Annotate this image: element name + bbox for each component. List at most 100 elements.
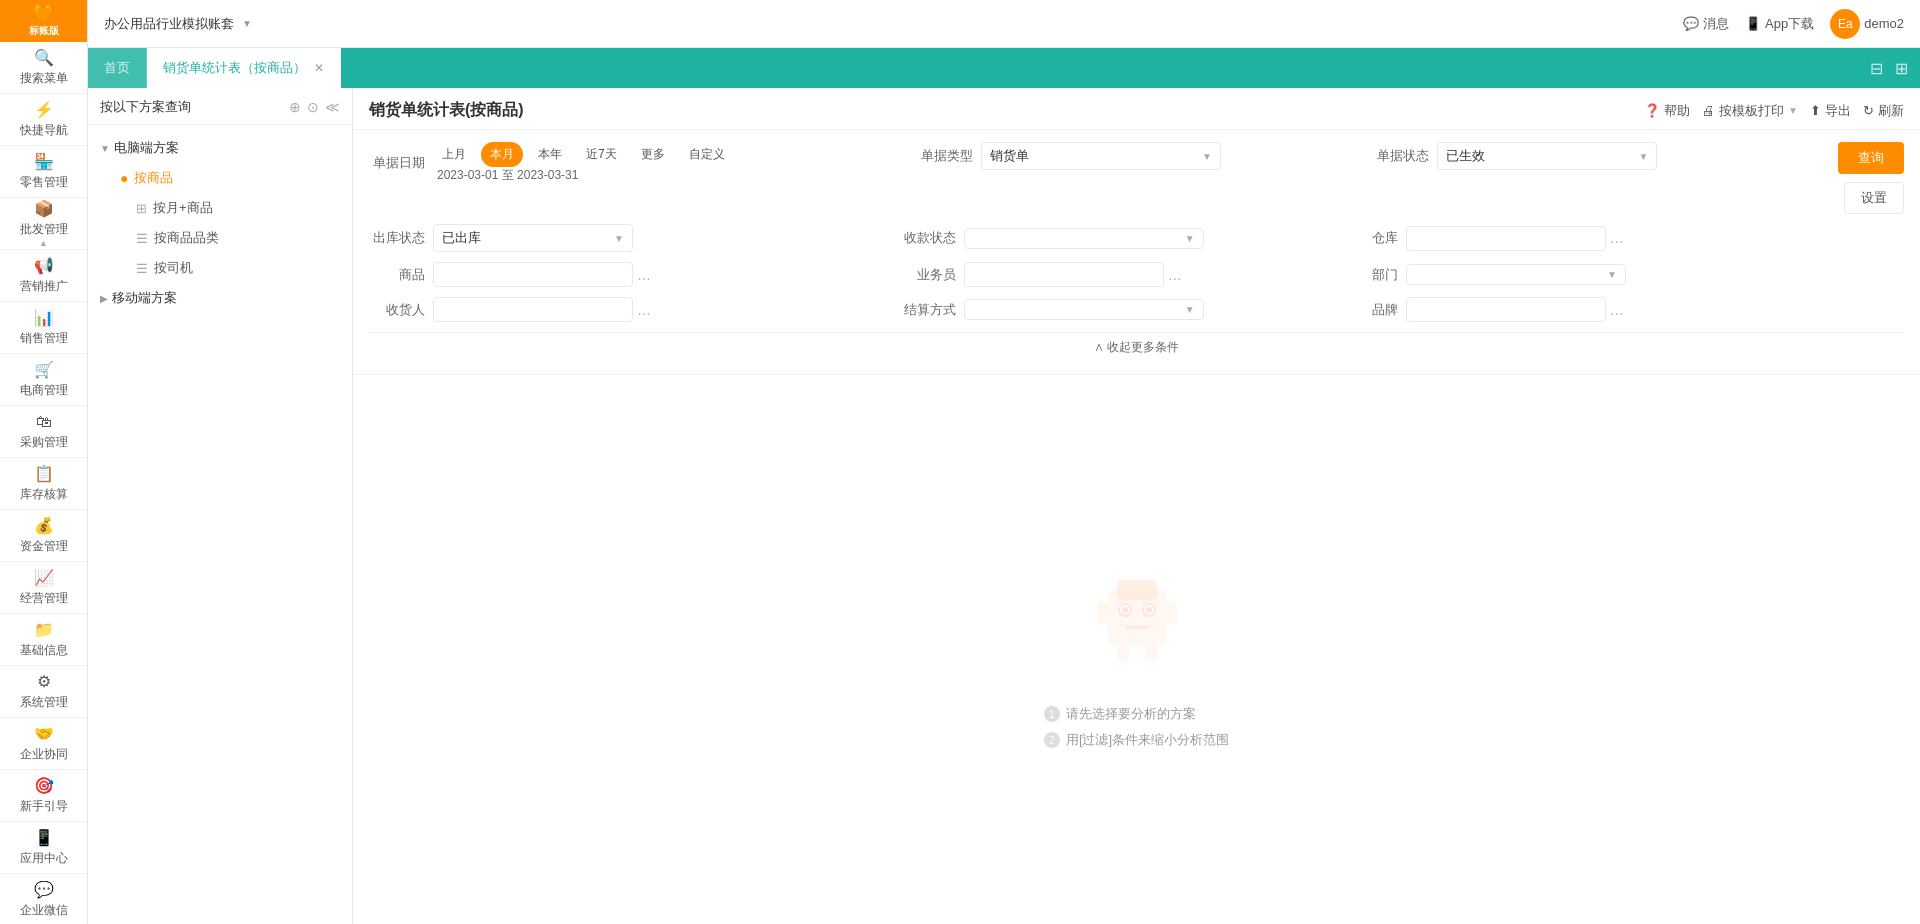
tab-minimize-icon[interactable]: ⊟	[1866, 55, 1887, 82]
print-button[interactable]: 🖨 按模板打印 ▼	[1702, 102, 1798, 120]
content-area: 按以下方案查询 ⊕ ⊙ ≪ ▼ 电脑端方案 ● 按商品	[88, 88, 1920, 924]
sidebar-item-apps[interactable]: 📱 应用中心	[0, 822, 87, 874]
warehouse-status-value: 已出库	[442, 229, 481, 247]
refresh-icon: ↻	[1863, 103, 1874, 118]
sidebar-item-guide[interactable]: 🎯 新手引导	[0, 770, 87, 822]
sidebar-label-wechat: 企业微信	[20, 902, 68, 919]
warehouse-status-select[interactable]: 已出库 ▼	[433, 224, 633, 252]
tree-child-by-category[interactable]: ☰ 按商品品类	[88, 223, 352, 253]
sidebar-item-ecommerce[interactable]: 🛒 电商管理	[0, 354, 87, 406]
tree-parent-mobile[interactable]: ▶ 移动端方案	[88, 283, 352, 313]
tree-child-by-month-label: 按月+商品	[153, 199, 213, 217]
tip-num-1: 1	[1044, 706, 1060, 722]
sidebar-item-cooperation[interactable]: 🤝 企业协同	[0, 718, 87, 770]
inventory-icon: 📋	[34, 464, 54, 483]
dept-select[interactable]: ▼	[1406, 264, 1626, 285]
tab-close-icon[interactable]: ✕	[314, 61, 324, 75]
sidebar-item-sales[interactable]: 📊 销售管理	[0, 302, 87, 354]
sidebar-item-finance[interactable]: 💰 资金管理	[0, 510, 87, 562]
doc-status-select[interactable]: 已生效 ▼	[1437, 142, 1657, 170]
date-tab-custom[interactable]: 自定义	[680, 142, 734, 167]
staff-input[interactable]	[964, 262, 1164, 287]
sidebar-item-search[interactable]: 🔍 搜索菜单	[0, 42, 87, 94]
date-tab-this-year[interactable]: 本年	[529, 142, 571, 167]
tab-expand-icon[interactable]: ⊞	[1891, 55, 1912, 82]
tab-home[interactable]: 首页	[88, 48, 147, 88]
product-more-icon[interactable]: …	[637, 267, 651, 283]
edit-scheme-icon[interactable]: ⊙	[307, 99, 319, 115]
tab-report[interactable]: 销货单统计表（按商品） ✕	[147, 48, 341, 88]
app-download-button[interactable]: 📱 App下载	[1745, 15, 1814, 33]
tree-child-by-product[interactable]: ● 按商品	[88, 163, 352, 193]
refresh-button[interactable]: ↻ 刷新	[1863, 102, 1904, 120]
svg-point-5	[1146, 607, 1152, 613]
dept-arrow: ▼	[1607, 269, 1617, 280]
sidebar-label-basic: 基础信息	[20, 642, 68, 659]
main-area: 办公用品行业模拟账套 ▼ 💬 消息 📱 App下载 Ea demo2 首页	[88, 0, 1920, 924]
query-button[interactable]: 查询	[1838, 142, 1904, 174]
payment-status-select[interactable]: ▼	[964, 228, 1204, 249]
export-icon: ⬆	[1810, 103, 1821, 118]
product-input[interactable]	[433, 262, 633, 287]
print-label: 按模板打印	[1719, 102, 1784, 120]
phone-icon: 📱	[1745, 16, 1761, 31]
date-tab-this-month[interactable]: 本月	[481, 142, 523, 167]
marketing-icon: 📢	[34, 256, 54, 275]
tip-num-2: 2	[1044, 732, 1060, 748]
svg-rect-8	[1167, 600, 1177, 625]
svg-rect-1	[1117, 580, 1157, 600]
industry-dropdown-arrow[interactable]: ▼	[242, 18, 252, 29]
sidebar-item-system[interactable]: ⚙ 系统管理	[0, 666, 87, 718]
doc-type-select[interactable]: 销货单 ▼	[981, 142, 1221, 170]
warehouse-more-icon[interactable]: …	[1610, 230, 1624, 246]
tree-child-by-printer[interactable]: ☰ 按司机	[88, 253, 352, 283]
sidebar-item-purchase[interactable]: 🛍 采购管理	[0, 406, 87, 458]
export-button[interactable]: ⬆ 导出	[1810, 102, 1851, 120]
sidebar-item-basic[interactable]: 📁 基础信息	[0, 614, 87, 666]
staff-more-icon[interactable]: …	[1168, 267, 1182, 283]
doc-status-label: 单据状态	[1373, 147, 1437, 165]
collapse-bar[interactable]: ∧ 收起更多条件	[369, 332, 1904, 362]
sidebar-item-inventory[interactable]: 📋 库存核算	[0, 458, 87, 510]
avatar-text: Ea	[1838, 17, 1853, 31]
sidebar-item-operation[interactable]: 📈 经营管理	[0, 562, 87, 614]
sidebar-label-wholesale: 批发管理	[20, 221, 68, 238]
print-dropdown-icon[interactable]: ▼	[1788, 105, 1798, 116]
logo-text: 标账版	[29, 24, 59, 38]
user-profile[interactable]: Ea demo2	[1830, 9, 1904, 39]
payment-method-select[interactable]: ▼	[964, 299, 1204, 320]
brand-input[interactable]	[1406, 297, 1606, 322]
sidebar-item-marketing[interactable]: 📢 营销推广	[0, 250, 87, 302]
date-tab-more[interactable]: 更多	[632, 142, 674, 167]
brand-more-icon[interactable]: …	[1610, 302, 1624, 318]
sidebar-item-retail[interactable]: 🏪 零售管理	[0, 146, 87, 198]
sidebar-item-shortcut[interactable]: ⚡ 快捷导航	[0, 94, 87, 146]
dept-label: 部门	[1342, 266, 1406, 284]
tree-child-by-month-product[interactable]: ⊞ 按月+商品	[88, 193, 352, 223]
panel-title: 按以下方案查询	[100, 98, 191, 116]
receiver-input[interactable]	[433, 297, 633, 322]
receiver-more-icon[interactable]: …	[637, 302, 651, 318]
date-tab-last-month[interactable]: 上月	[433, 142, 475, 167]
category-icon: ☰	[136, 231, 148, 246]
apps-icon: 📱	[34, 828, 54, 847]
date-label: 单据日期	[369, 154, 433, 172]
add-scheme-icon[interactable]: ⊕	[289, 99, 301, 115]
tree-child-by-printer-label: 按司机	[154, 259, 193, 277]
basic-icon: 📁	[34, 620, 54, 639]
warehouse-input[interactable]	[1406, 226, 1606, 251]
help-button[interactable]: ❓ 帮助	[1644, 102, 1690, 120]
sidebar-item-wechat[interactable]: 💬 企业微信	[0, 874, 87, 924]
collapse-panel-icon[interactable]: ≪	[325, 99, 340, 115]
date-tab-7days[interactable]: 近7天	[577, 142, 626, 167]
settings-button[interactable]: 设置	[1844, 182, 1904, 214]
message-button[interactable]: 💬 消息	[1683, 15, 1729, 33]
sidebar-label-guide: 新手引导	[20, 798, 68, 815]
tree-parent-pc[interactable]: ▼ 电脑端方案	[88, 133, 352, 163]
doc-type-value: 销货单	[990, 147, 1029, 165]
svg-rect-6	[1125, 625, 1149, 629]
empty-tip-1: 1 请先选择要分析的方案	[1044, 705, 1229, 723]
doc-type-label: 单据类型	[917, 147, 981, 165]
sidebar-item-wholesale[interactable]: 📦 批发管理 ▲	[0, 198, 87, 250]
sidebar-label-operation: 经营管理	[20, 590, 68, 607]
